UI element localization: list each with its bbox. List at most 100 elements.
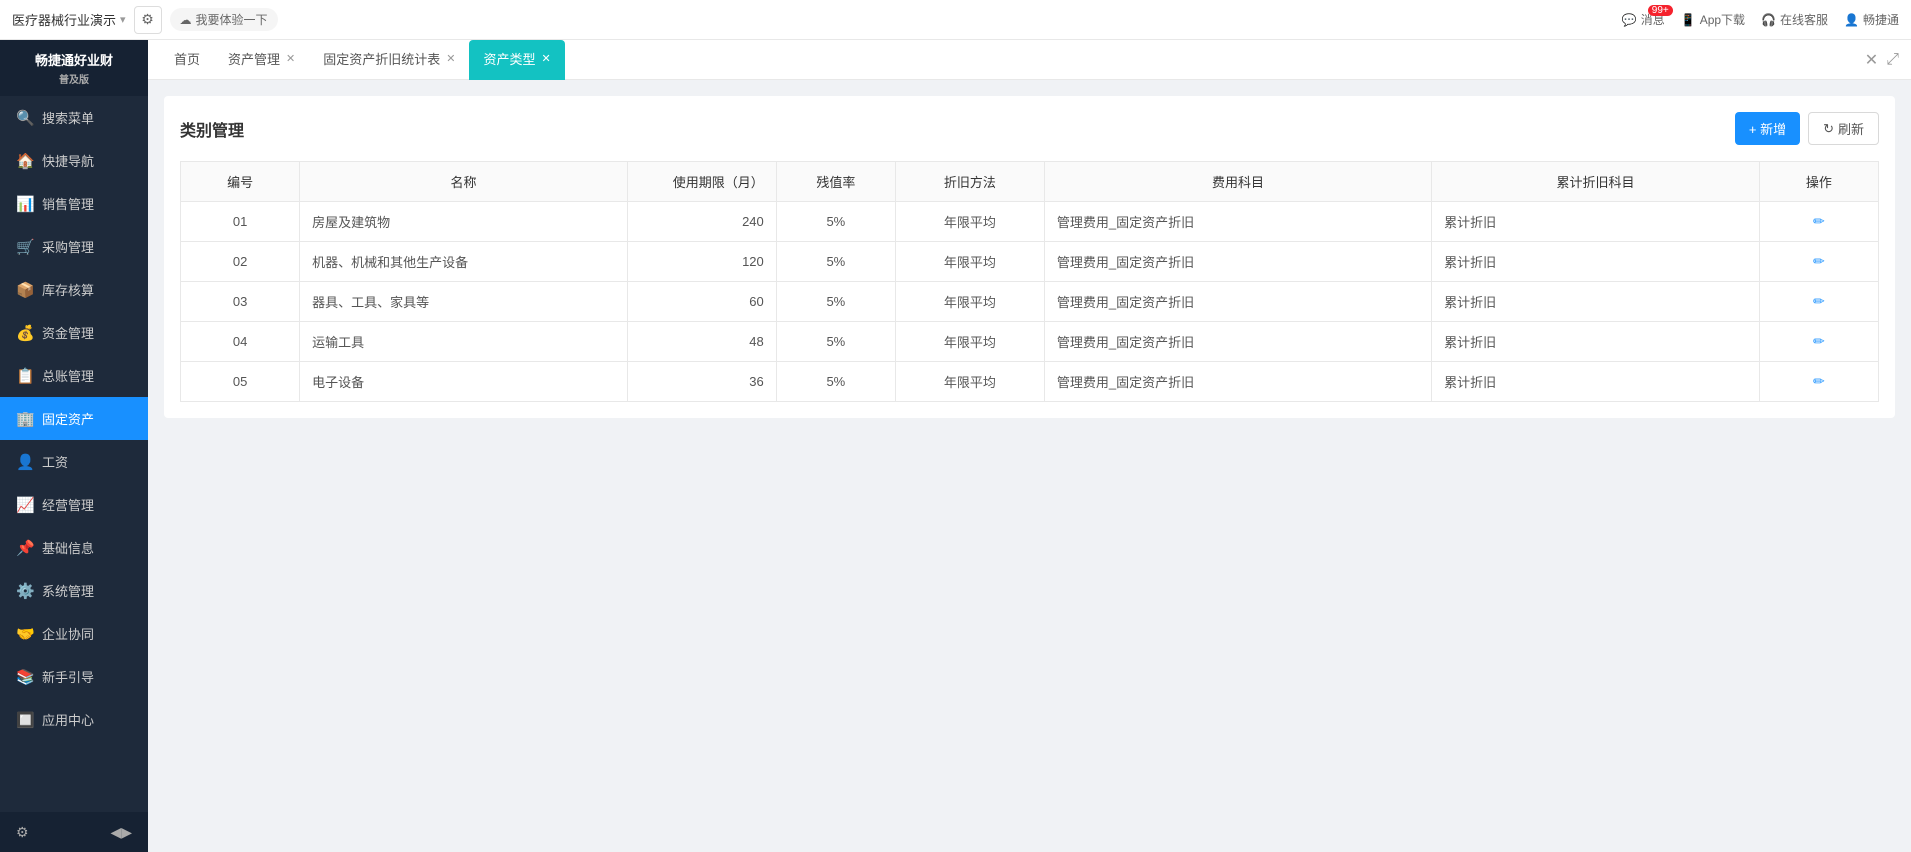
col-header-expense: 费用科目 [1044,162,1431,202]
col-header-id: 编号 [181,162,300,202]
tab-asset-mgmt-close[interactable]: ✕ [286,52,295,65]
user-icon: 👤 [1844,13,1859,27]
cell-id-2: 03 [181,282,300,322]
sidebar-item-system[interactable]: ⚙️ 系统管理 [0,569,148,612]
trending-icon: 📈 [16,496,34,514]
building-icon: 🏢 [16,410,34,428]
tab-asset-type-close[interactable]: ✕ [542,52,551,65]
sidebar-item-ledger[interactable]: 📋 总账管理 [0,354,148,397]
cell-residual-0: 5% [776,202,895,242]
tab-asset-mgmt[interactable]: 资产管理 ✕ [214,40,309,80]
tab-asset-type[interactable]: 资产类型 ✕ [469,40,564,80]
cell-name-2: 器具、工具、家具等 [300,282,628,322]
sidebar-item-label: 总账管理 [42,366,132,385]
cell-expense-1[interactable]: 管理费用_固定资产折旧 [1044,242,1431,282]
cell-accum-2[interactable]: 累计折旧 [1432,282,1760,322]
sidebar-item-label: 销售管理 [42,194,132,213]
message-button[interactable]: 💬 消息 99+ [1622,11,1665,28]
refresh-button[interactable]: ↻ 刷新 [1808,112,1879,145]
service-icon: 🎧 [1761,13,1776,27]
cart-icon: 🛒 [16,238,34,256]
handshake-icon: 🤝 [16,625,34,643]
sidebar-scroll: 🔍 搜索菜单 🏠 快捷导航 📊 销售管理 🛒 采购管理 📦 库存核算 💰 [0,96,148,812]
cell-accum-0[interactable]: 累计折旧 [1432,202,1760,242]
cell-id-0: 01 [181,202,300,242]
tab-depreciation[interactable]: 固定资产折旧统计表 ✕ [309,40,469,80]
sidebar-item-operations[interactable]: 📈 经营管理 [0,483,148,526]
edit-button-2[interactable]: ✏ [1813,293,1825,309]
expand-icon[interactable]: ⤢ [1886,51,1899,69]
sidebar-item-label: 快捷导航 [42,151,132,170]
collapse-icon[interactable]: ◀▶ [110,824,132,841]
top-bar-right: 💬 消息 99+ 📱 App下载 🎧 在线客服 👤 畅捷通 [1622,11,1899,28]
cell-period-4: 36 [627,362,776,402]
cell-id-1: 02 [181,242,300,282]
col-header-op: 操作 [1759,162,1878,202]
tab-home[interactable]: 首页 [160,40,214,80]
sidebar-item-search[interactable]: 🔍 搜索菜单 [0,96,148,139]
sidebar-item-guide[interactable]: 📚 新手引导 [0,655,148,698]
sidebar-item-label: 采购管理 [42,237,132,256]
sidebar-item-salary[interactable]: 👤 工资 [0,440,148,483]
add-button[interactable]: + 新增 [1735,112,1800,145]
main-layout: 畅捷通好业财 普及版 🔍 搜索菜单 🏠 快捷导航 📊 销售管理 🛒 采购管理 📦 [0,40,1911,852]
sidebar-item-label: 资金管理 [42,323,132,342]
home-icon: 🏠 [16,152,34,170]
cell-residual-2: 5% [776,282,895,322]
sidebar-item-sales[interactable]: 📊 销售管理 [0,182,148,225]
cell-accum-4[interactable]: 累计折旧 [1432,362,1760,402]
edit-button-0[interactable]: ✏ [1813,213,1825,229]
app-download-button[interactable]: 📱 App下载 [1681,11,1745,28]
table-body: 01 房屋及建筑物 240 5% 年限平均 管理费用_固定资产折旧 累计折旧 ✏… [181,202,1879,402]
content-area: 首页 资产管理 ✕ 固定资产折旧统计表 ✕ 资产类型 ✕ ✕ ⤢ [148,40,1911,852]
app-download-label: App下载 [1700,11,1745,28]
sidebar-item-funds[interactable]: 💰 资金管理 [0,311,148,354]
try-label: 我要体验一下 [196,11,268,28]
ledger-icon: 📋 [16,367,34,385]
table-row: 05 电子设备 36 5% 年限平均 管理费用_固定资产折旧 累计折旧 ✏ [181,362,1879,402]
cell-expense-3[interactable]: 管理费用_固定资产折旧 [1044,322,1431,362]
cell-method-0: 年限平均 [895,202,1044,242]
sidebar: 畅捷通好业财 普及版 🔍 搜索菜单 🏠 快捷导航 📊 销售管理 🛒 采购管理 📦 [0,40,148,852]
cell-id-3: 04 [181,322,300,362]
close-window-icon[interactable]: ✕ [1865,50,1878,70]
sidebar-item-purchase[interactable]: 🛒 采购管理 [0,225,148,268]
tab-depreciation-label: 固定资产折旧统计表 [323,49,440,68]
sidebar-item-label: 企业协同 [42,624,132,643]
edit-button-3[interactable]: ✏ [1813,333,1825,349]
industry-selector[interactable]: 医疗器械行业演示 ▾ [12,10,126,29]
cell-method-2: 年限平均 [895,282,1044,322]
edit-button-1[interactable]: ✏ [1813,253,1825,269]
page-card: 类别管理 + 新增 ↻ 刷新 编号 名称 使用期限（月） [164,96,1895,418]
sidebar-item-quicknav[interactable]: 🏠 快捷导航 [0,139,148,182]
page-content: 类别管理 + 新增 ↻ 刷新 编号 名称 使用期限（月） [148,80,1911,852]
tab-depreciation-close[interactable]: ✕ [446,52,455,65]
sidebar-item-fixed[interactable]: 🏢 固定资产 [0,397,148,440]
cell-method-4: 年限平均 [895,362,1044,402]
logo-sub: 普及版 [59,71,89,86]
cell-expense-4[interactable]: 管理费用_固定资产折旧 [1044,362,1431,402]
cell-op-1: ✏ [1759,242,1878,282]
settings-bottom-icon[interactable]: ⚙ [16,824,29,841]
sidebar-item-basicinfo[interactable]: 📌 基础信息 [0,526,148,569]
book-icon: 📚 [16,668,34,686]
user-button[interactable]: 👤 畅捷通 [1844,11,1899,28]
table-row: 02 机器、机械和其他生产设备 120 5% 年限平均 管理费用_固定资产折旧 … [181,242,1879,282]
try-button[interactable]: ☁ 我要体验一下 [170,8,278,31]
page-header: 类别管理 + 新增 ↻ 刷新 [180,112,1879,145]
table-row: 04 运输工具 48 5% 年限平均 管理费用_固定资产折旧 累计折旧 ✏ [181,322,1879,362]
sidebar-item-cooperation[interactable]: 🤝 企业协同 [0,612,148,655]
edit-button-4[interactable]: ✏ [1813,373,1825,389]
online-service-button[interactable]: 🎧 在线客服 [1761,11,1828,28]
cell-accum-1[interactable]: 累计折旧 [1432,242,1760,282]
sidebar-item-appcenter[interactable]: 🔲 应用中心 [0,698,148,741]
sidebar-item-inventory[interactable]: 📦 库存核算 [0,268,148,311]
cell-accum-3[interactable]: 累计折旧 [1432,322,1760,362]
cell-id-4: 05 [181,362,300,402]
table-row: 01 房屋及建筑物 240 5% 年限平均 管理费用_固定资产折旧 累计折旧 ✏ [181,202,1879,242]
cell-expense-2[interactable]: 管理费用_固定资产折旧 [1044,282,1431,322]
cell-expense-0[interactable]: 管理费用_固定资产折旧 [1044,202,1431,242]
settings-button[interactable]: ⚙ [134,6,162,34]
page-title: 类别管理 [180,117,244,141]
grid-icon: 🔲 [16,711,34,729]
